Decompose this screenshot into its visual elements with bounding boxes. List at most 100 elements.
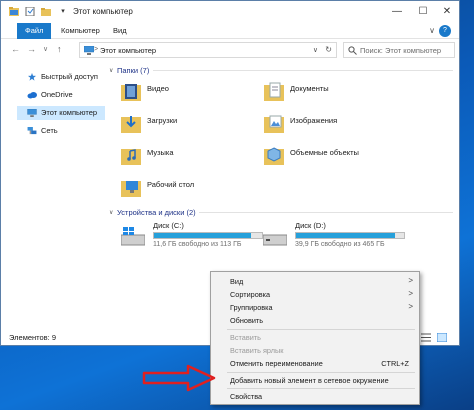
drive-usage-bar [295, 232, 405, 239]
computer-icon [84, 46, 94, 55]
drive-label: Диск (C:) [153, 221, 184, 230]
folder-documents[interactable]: Документы [250, 79, 380, 109]
refresh-icon[interactable]: ↻ [325, 45, 332, 54]
address-dropdown-icon[interactable]: ∨ [313, 46, 318, 54]
menu-item-shortcut: CTRL+Z [381, 359, 409, 368]
close-button[interactable]: ✕ [439, 5, 455, 19]
menu-item-refresh[interactable]: Обновить [211, 314, 419, 326]
help-icon[interactable]: ? [439, 25, 451, 37]
forward-button[interactable]: → [27, 44, 36, 54]
drive-d[interactable]: Диск (D:) 39,9 ГБ свободно из 465 ГБ [255, 221, 405, 257]
title-bar: ▾ Этот компьютер — ☐ ✕ [1, 1, 459, 23]
sidebar-item-this-pc[interactable]: Этот компьютер [17, 106, 105, 120]
desktop-edge [460, 0, 474, 410]
menu-item-view[interactable]: Вид > [211, 275, 419, 287]
divider [153, 70, 453, 71]
menu-item-label: Обновить [230, 316, 264, 325]
folder-label: Музыка [147, 148, 174, 157]
system-drive-icon [121, 227, 145, 246]
pictures-folder-icon [264, 115, 284, 133]
menu-item-paste: Вставить [211, 331, 419, 343]
group-header-drives[interactable]: Устройства и диски (2) [117, 208, 196, 217]
drive-c[interactable]: Диск (C:) 11,6 ГБ свободно из 113 ГБ [113, 221, 263, 257]
submenu-arrow-icon: > [408, 276, 413, 285]
drive-usage-bar [153, 232, 263, 239]
menu-item-label: Вид [230, 277, 244, 286]
details-view-icon[interactable] [421, 333, 431, 342]
sidebar-item-network[interactable]: Сеть [17, 124, 103, 138]
network-icon [27, 127, 37, 135]
address-bar[interactable]: > Этот компьютер ∨ ↻ [79, 42, 337, 58]
collapse-group-icon[interactable]: ∨ [109, 209, 113, 216]
group-header-folders[interactable]: Папки (7) [117, 66, 149, 75]
maximize-button[interactable]: ☐ [415, 5, 431, 19]
search-icon [348, 46, 357, 55]
folder-label: Видео [147, 84, 169, 93]
tab-view[interactable]: Вид [105, 23, 135, 39]
menu-item-label: Сортировка [230, 290, 271, 299]
menu-item-group[interactable]: Группировка > [211, 301, 419, 313]
tab-computer[interactable]: Компьютер [53, 23, 108, 39]
properties-icon[interactable] [25, 7, 35, 16]
menu-item-label: Отменить переименование [230, 359, 323, 368]
context-menu: Вид > Сортировка > Группировка > Обновит… [210, 271, 420, 405]
folder-downloads[interactable]: Загрузки [107, 111, 237, 141]
menu-item-undo-rename[interactable]: Отменить переименование CTRL+Z [211, 357, 419, 369]
breadcrumb-chevron-icon: > [94, 46, 99, 53]
large-icons-view-icon[interactable] [437, 333, 447, 342]
sidebar-item-onedrive[interactable]: OneDrive [17, 88, 103, 102]
annotation-arrow-icon [142, 364, 216, 392]
documents-folder-icon [264, 82, 284, 101]
folder-label: Объемные объекты [290, 148, 359, 157]
collapse-group-icon[interactable]: ∨ [109, 67, 113, 74]
folder-desktop[interactable]: Рабочий стол [107, 175, 237, 205]
navigation-bar: ← → ∨ ↑ > Этот компьютер ∨ ↻ Поиск: Этот… [1, 39, 459, 61]
search-input[interactable]: Поиск: Этот компьютер [343, 42, 455, 58]
cloud-icon [27, 92, 37, 99]
music-folder-icon [121, 149, 141, 165]
menu-item-label: Свойства [230, 392, 263, 401]
submenu-arrow-icon: > [408, 289, 413, 298]
quick-access-dropdown-icon[interactable]: ▾ [55, 5, 71, 19]
sidebar-item-label: OneDrive [41, 90, 73, 99]
desktop-folder-icon [121, 181, 141, 197]
minimize-button[interactable]: — [389, 5, 405, 19]
folder-3d-objects[interactable]: Объемные объекты [250, 143, 380, 173]
menu-separator [227, 372, 415, 373]
sidebar-item-label: Быстрый доступ [41, 72, 98, 81]
folder-videos[interactable]: Видео [107, 79, 237, 109]
computer-icon [27, 109, 37, 117]
new-folder-icon[interactable] [41, 7, 51, 16]
drive-free-space: 39,9 ГБ свободно из 465 ГБ [295, 241, 385, 248]
item-count: Элементов: 9 [9, 333, 57, 342]
folder-label: Загрузки [147, 116, 178, 125]
tab-file[interactable]: Файл [17, 23, 52, 39]
menu-item-label: Добавить новый элемент в сетевое окружен… [230, 376, 389, 385]
menu-separator [227, 388, 415, 389]
window-title: Этот компьютер [73, 7, 133, 16]
breadcrumb[interactable]: Этот компьютер [100, 46, 156, 55]
folder-music[interactable]: Музыка [107, 143, 237, 173]
folder-label: Изображения [290, 116, 338, 125]
drive-usage-fill [296, 233, 395, 238]
menu-item-add-network-location[interactable]: Добавить новый элемент в сетевое окружен… [211, 374, 419, 386]
star-icon [28, 73, 36, 81]
back-button[interactable]: ← [11, 44, 20, 54]
sidebar-item-label: Этот компьютер [41, 108, 98, 117]
menu-item-sort[interactable]: Сортировка > [211, 288, 419, 300]
explorer-folder-icon [9, 7, 19, 16]
menu-separator [227, 329, 415, 330]
menu-item-label: Группировка [230, 303, 273, 312]
search-placeholder: Поиск: Этот компьютер [360, 46, 442, 55]
drive-usage-fill [154, 233, 251, 238]
up-button[interactable]: ↑ [57, 44, 62, 54]
sidebar-item-quick-access[interactable]: Быстрый доступ [17, 70, 103, 84]
menu-item-properties[interactable]: Свойства [211, 390, 419, 402]
video-folder-icon [121, 84, 141, 101]
hard-drive-icon [263, 234, 287, 246]
submenu-arrow-icon: > [408, 302, 413, 311]
folder-pictures[interactable]: Изображения [250, 111, 380, 141]
ribbon-expand-icon[interactable]: ∨ [429, 26, 435, 35]
recent-locations-icon[interactable]: ∨ [43, 45, 48, 53]
drive-label: Диск (D:) [295, 221, 326, 230]
